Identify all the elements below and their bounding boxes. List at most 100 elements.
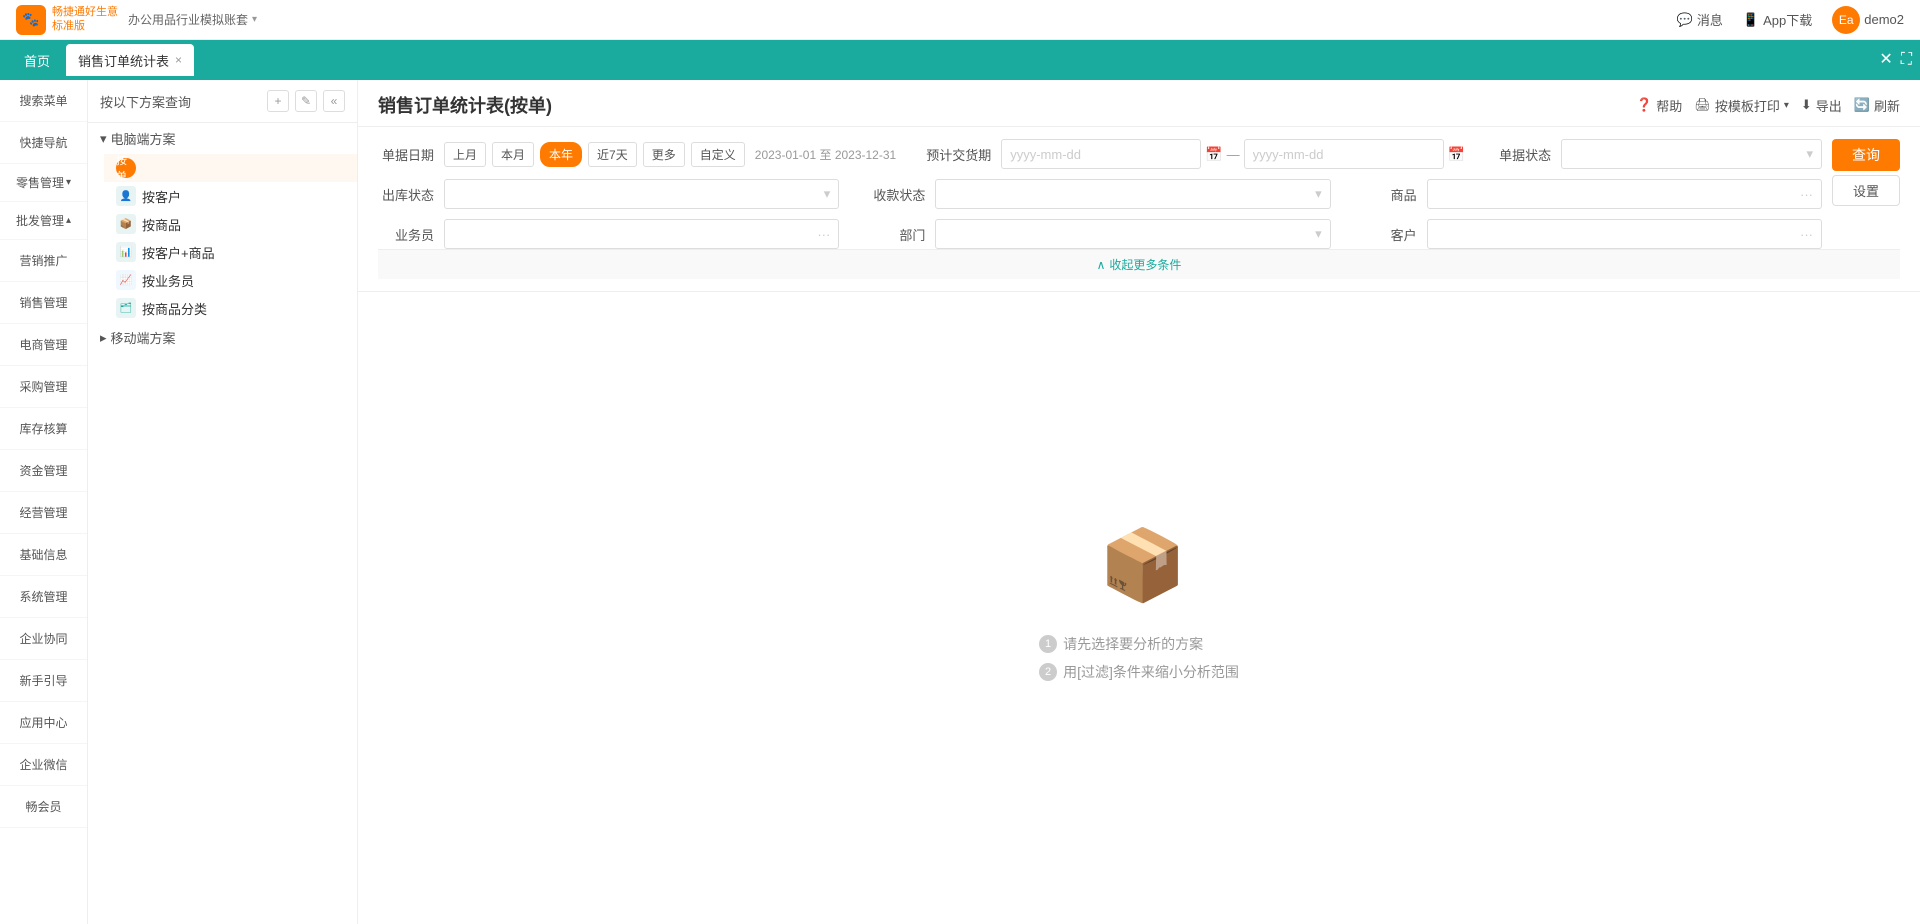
page-title: 销售订单统计表(按单) [378, 92, 552, 118]
sidebar-item-retail-mgmt[interactable]: 零售管理▾ [0, 164, 87, 202]
print-icon: 🖨 [1694, 97, 1711, 113]
sidebar-item-marketing[interactable]: 营销推广 [0, 240, 87, 282]
sidebar-item-finance-mgmt[interactable]: 资金管理 [0, 450, 87, 492]
by-customer-icon: 👤 [116, 186, 136, 206]
customer-select[interactable]: ··· [1427, 219, 1822, 249]
breadcrumb: 办公用品行业模拟账套 ▾ [128, 11, 257, 28]
edit-scheme-btn[interactable]: ✎ [295, 90, 317, 112]
date-btn-last-7days[interactable]: 近7天 [588, 142, 637, 167]
date-btn-this-year[interactable]: 本年 [540, 142, 582, 167]
by-cust-goods-label: 按客户+商品 [142, 243, 215, 262]
customer-dots-icon[interactable]: ··· [1800, 227, 1813, 242]
sidebar-item-inventory[interactable]: 库存核算 [0, 408, 87, 450]
dept-arrow-icon: ▾ [1315, 226, 1322, 242]
by-goods-cat-label: 按商品分类 [142, 299, 207, 318]
logo-text: 畅捷通好生意 标准版 [52, 6, 118, 32]
by-goods-cat-icon: 🗂 [116, 298, 136, 318]
sidebar-item-ops-mgmt[interactable]: 经营管理 [0, 492, 87, 534]
salesperson-select[interactable]: ··· [444, 219, 839, 249]
page-actions: ❓ 帮助 🖨 按模板打印 ▾ ⬇ 导出 🔄 刷新 [1636, 96, 1900, 115]
sidebar-item-app-center[interactable]: 应用中心 [0, 702, 87, 744]
window-close-btn[interactable]: ✕ [1879, 52, 1892, 68]
query-btn[interactable]: 查询 [1832, 139, 1900, 171]
top-bar-right: 💬 消息 📱 App下载 Ea demo2 [1677, 6, 1904, 34]
msg-btn[interactable]: 💬 消息 [1677, 10, 1723, 29]
date-range-display: 2023-01-01 至 2023-12-31 [755, 146, 896, 163]
tree-section-mobile[interactable]: ▸ 移动端方案 [88, 322, 357, 353]
sidebar-item-ecom-mgmt[interactable]: 电商管理 [0, 324, 87, 366]
tree-node-by-customer[interactable]: 👤 按客户 [104, 182, 357, 210]
tab-home[interactable]: 首页 [8, 44, 66, 76]
refresh-icon: 🔄 [1854, 97, 1870, 113]
sidebar-item-search-menu[interactable]: 搜索菜单 [0, 80, 87, 122]
top-bar-left: 🐾 畅捷通好生意 标准版 办公用品行业模拟账套 ▾ [16, 5, 257, 35]
collapse-icon: ∧ [1097, 258, 1106, 272]
tab-close-icon[interactable]: × [175, 53, 182, 67]
sidebar-item-new-guide[interactable]: 新手引导 [0, 660, 87, 702]
collapse-bar[interactable]: ∧ 收起更多条件 [378, 249, 1900, 279]
doc-status-label: 单据状态 [1495, 145, 1551, 164]
app-download-btn[interactable]: 📱 App下载 [1743, 10, 1812, 29]
tree-section-pc-label: 电脑端方案 [111, 129, 176, 148]
tree-node-by-goods-cat[interactable]: 🗂 按商品分类 [104, 294, 357, 322]
logo-area: 🐾 畅捷通好生意 标准版 [16, 5, 118, 35]
date-label: 单据日期 [378, 145, 434, 164]
date-btn-more[interactable]: 更多 [643, 142, 685, 167]
expected-date-end-input[interactable] [1244, 139, 1444, 169]
left-panel-actions: + ✎ « [267, 90, 345, 112]
goods-select[interactable]: ··· [1427, 179, 1822, 209]
sidebar-item-wholesale-mgmt[interactable]: 批发管理▴ [0, 202, 87, 240]
filter-row-1: 单据日期 上月 本月 本年 近7天 更多 自定义 2023-01-01 至 20… [378, 139, 1822, 169]
tree-section-mobile-label: 移动端方案 [111, 328, 176, 347]
print-dropdown-icon: ▾ [1784, 100, 1789, 111]
settings-btn[interactable]: 设置 [1832, 175, 1900, 206]
by-cust-goods-icon: 📊 [116, 242, 136, 262]
msg-icon: 💬 [1677, 12, 1693, 28]
sidebar-item-purchase-mgmt[interactable]: 采购管理 [0, 366, 87, 408]
date-btn-custom[interactable]: 自定义 [691, 142, 745, 167]
payment-status-select[interactable]: ▾ [935, 179, 1330, 209]
empty-state-image: 📦 [1099, 530, 1179, 610]
expected-date-start-input[interactable] [1001, 139, 1201, 169]
dept-select[interactable]: ▾ [935, 219, 1330, 249]
sidebar-item-member[interactable]: 畅会员 [0, 786, 87, 828]
goods-dots-icon[interactable]: ··· [1800, 187, 1813, 202]
tab-bar: 首页 销售订单统计表 × ✕ ⛶ [0, 40, 1920, 80]
collapse-panel-btn[interactable]: « [323, 90, 345, 112]
tree-node-by-order[interactable]: 按单 [104, 154, 357, 182]
add-scheme-btn[interactable]: + [267, 90, 289, 112]
breadcrumb-arrow-icon[interactable]: ▾ [252, 14, 257, 25]
date-btn-this-month[interactable]: 本月 [492, 142, 534, 167]
collapse-text: 收起更多条件 [1109, 256, 1181, 273]
sidebar-item-sales-mgmt[interactable]: 销售管理 [0, 282, 87, 324]
by-order-icon: 按单 [116, 158, 136, 178]
sidebar-item-quick-nav[interactable]: 快捷导航 [0, 122, 87, 164]
cal-icon-2[interactable]: 📅 [1448, 146, 1465, 163]
ship-status-arrow-icon: ▾ [824, 186, 831, 202]
top-bar: 🐾 畅捷通好生意 标准版 办公用品行业模拟账套 ▾ 💬 消息 📱 App下载 E… [0, 0, 1920, 40]
cal-icon-1[interactable]: 📅 [1205, 146, 1222, 163]
tab-bar-right: ✕ ⛶ [1879, 52, 1912, 68]
tree-node-by-cust-goods[interactable]: 📊 按客户+商品 [104, 238, 357, 266]
empty-tip-2: 2 用[过滤]条件来缩小分析范围 [1039, 658, 1239, 686]
tab-sales-order[interactable]: 销售订单统计表 × [66, 44, 194, 76]
tree-node-by-salesperson[interactable]: 📈 按业务员 [104, 266, 357, 294]
salesperson-dots-icon[interactable]: ··· [817, 227, 830, 242]
sidebar-item-sys-mgmt[interactable]: 系统管理 [0, 576, 87, 618]
sidebar-item-basic-info[interactable]: 基础信息 [0, 534, 87, 576]
user-avatar-area[interactable]: Ea demo2 [1832, 6, 1904, 34]
by-salesperson-icon: 📈 [116, 270, 136, 290]
ship-status-select[interactable]: ▾ [444, 179, 839, 209]
export-btn[interactable]: ⬇ 导出 [1801, 96, 1842, 115]
content-area: 按以下方案查询 + ✎ « ▾ 电脑端方案 按单 👤 按客户 [88, 80, 1920, 924]
doc-status-select[interactable]: ▾ [1561, 139, 1822, 169]
tree-node-by-goods[interactable]: 📦 按商品 [104, 210, 357, 238]
refresh-btn[interactable]: 🔄 刷新 [1854, 96, 1900, 115]
window-maximize-btn[interactable]: ⛶ [1901, 52, 1912, 68]
sidebar-item-enterprise[interactable]: 企业协同 [0, 618, 87, 660]
date-btn-last-month[interactable]: 上月 [444, 142, 486, 167]
tree-section-pc[interactable]: ▾ 电脑端方案 [88, 123, 357, 154]
help-btn[interactable]: ❓ 帮助 [1636, 96, 1682, 115]
sidebar-item-enterprise-wechat[interactable]: 企业微信 [0, 744, 87, 786]
print-btn[interactable]: 🖨 按模板打印 ▾ [1694, 96, 1789, 115]
